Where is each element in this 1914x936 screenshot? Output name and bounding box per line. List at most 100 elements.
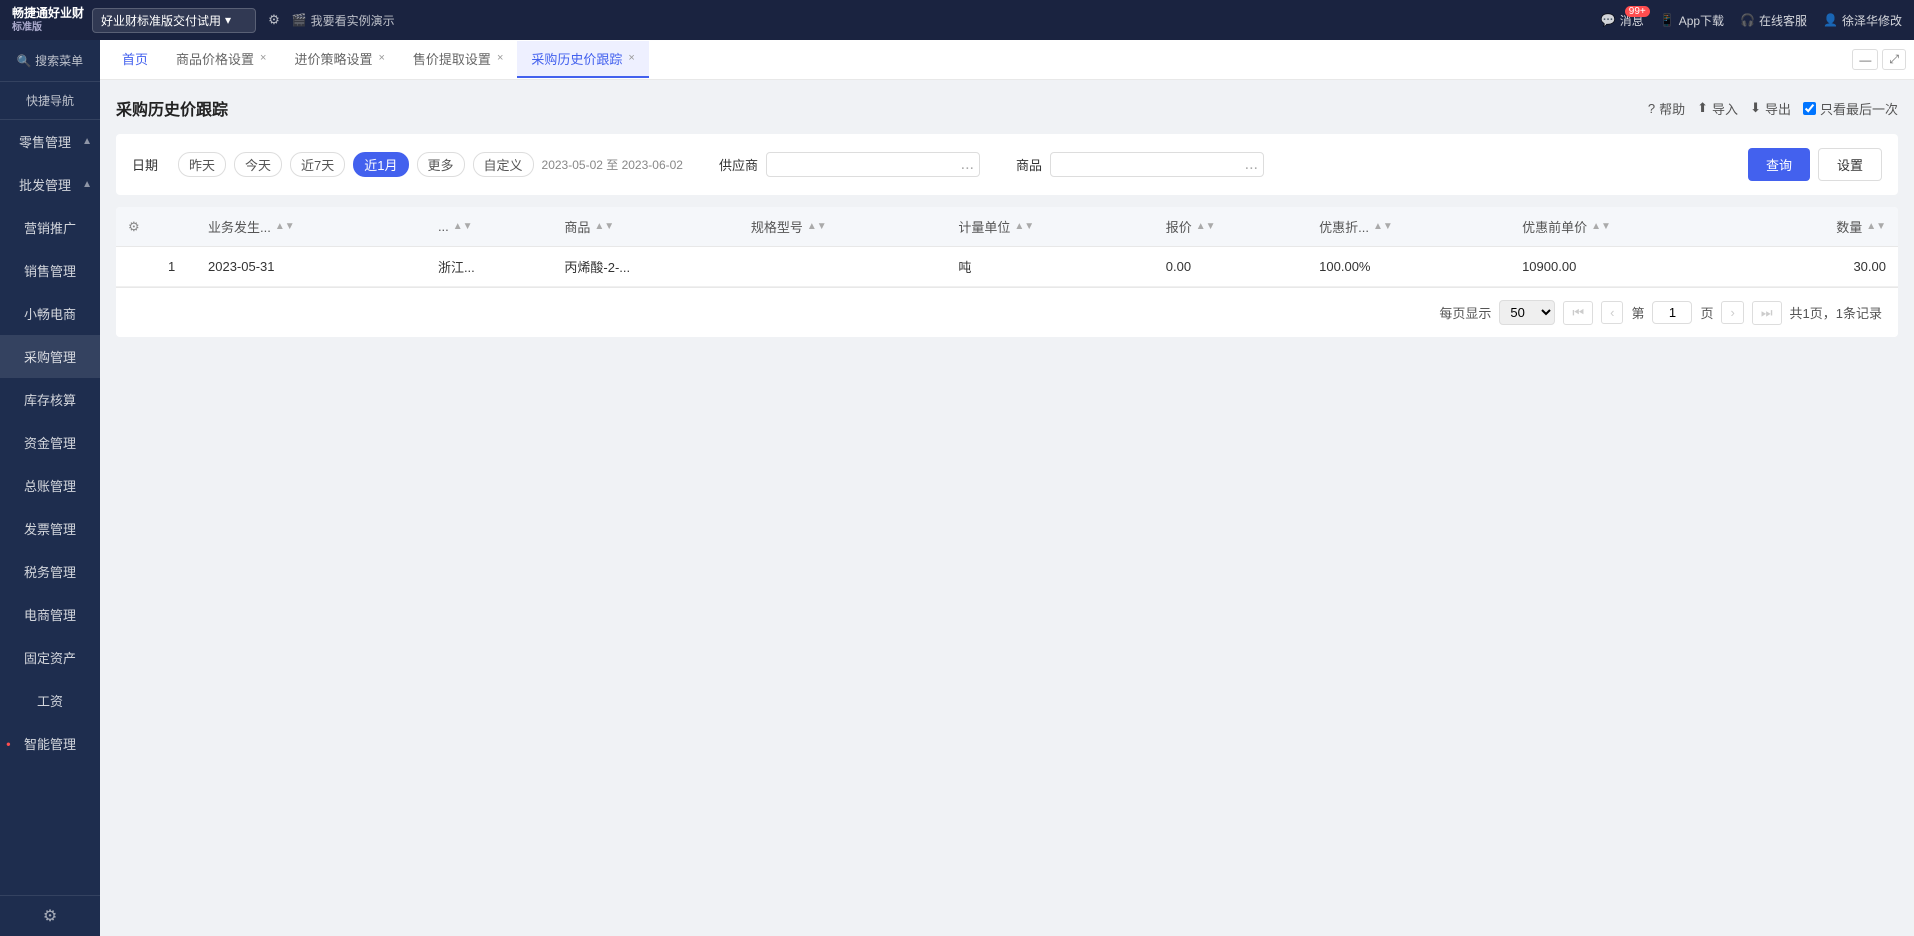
col-quantity[interactable]: 数量 ▲▼ [1745, 207, 1898, 247]
last-page-btn[interactable]: ⏭ [1752, 301, 1782, 325]
date-btn-7days[interactable]: 近7天 [290, 152, 345, 177]
tab-expand-buttons: — ⤢ [1852, 49, 1906, 70]
date-btn-1month[interactable]: 近1月 [353, 152, 408, 177]
help-icon: ? [1648, 101, 1655, 116]
messages-btn[interactable]: 💬 消息 99+ [1601, 12, 1644, 29]
help-btn[interactable]: ? 帮助 [1648, 99, 1685, 118]
phone-icon: 📱 [1660, 13, 1675, 27]
col-spec[interactable]: 规格型号 ▲▼ [739, 207, 946, 247]
version-selector[interactable]: 好业财标准版交付试用 ▾ [92, 8, 256, 33]
message-icon: 💬 [1601, 13, 1616, 27]
prev-page-btn[interactable]: ‹ [1601, 301, 1623, 324]
date-btn-custom[interactable]: 自定义 [473, 152, 534, 177]
sidebar-search[interactable]: 🔍 搜索菜单 [0, 40, 100, 82]
col-pre-discount[interactable]: 优惠前单价 ▲▼ [1510, 207, 1744, 247]
cell-index: 1 [156, 247, 196, 287]
product-filter: 商品 ... [1016, 152, 1264, 177]
user-profile-btn[interactable]: 👤 徐泽华修改 [1823, 12, 1902, 29]
demo-link[interactable]: 🎬 我要看实例演示 [292, 12, 395, 29]
table-gear-icon[interactable]: ⚙ [128, 219, 140, 234]
headset-icon: 🎧 [1740, 13, 1755, 27]
sidebar-shortcut[interactable]: 快捷导航 [0, 82, 100, 120]
next-page-btn[interactable]: › [1721, 301, 1743, 324]
sort-icon-quantity: ▲▼ [1866, 223, 1886, 231]
sidebar-item-retail[interactable]: 零售管理 ▲ [0, 120, 100, 163]
app-download-btn[interactable]: 📱 App下载 [1660, 12, 1724, 29]
sidebar-item-marketing[interactable]: 营销推广 [0, 206, 100, 249]
col-price[interactable]: 报价 ▲▼ [1154, 207, 1307, 247]
date-filter-label: 日期 [132, 155, 162, 174]
tab-shrink-btn[interactable]: — [1852, 49, 1878, 70]
per-page-label: 每页显示 [1439, 303, 1491, 322]
sort-icon-product: ▲▼ [594, 223, 614, 231]
col-extra[interactable]: ... ▲▼ [426, 207, 552, 247]
page-label: 页 [1700, 303, 1713, 322]
supplier-dots-btn[interactable]: ... [961, 156, 974, 174]
col-date[interactable]: 业务发生... ▲▼ [196, 207, 426, 247]
sort-icon-unit: ▲▼ [1014, 223, 1034, 231]
cell-price: 0.00 [1154, 247, 1307, 287]
page-number-input[interactable] [1652, 301, 1692, 324]
sidebar-item-invoice[interactable]: 发票管理 [0, 507, 100, 550]
supplier-input[interactable] [766, 152, 980, 177]
online-service-btn[interactable]: 🎧 在线客服 [1740, 12, 1807, 29]
col-product[interactable]: 商品 ▲▼ [552, 207, 738, 247]
sidebar-item-purchase[interactable]: 采购管理 [0, 335, 100, 378]
sidebar-item-tax[interactable]: 税务管理 [0, 550, 100, 593]
page-title: 采购历史价跟踪 [116, 96, 228, 120]
tab-purchase-history[interactable]: 采购历史价跟踪 × [517, 41, 648, 78]
tab-sale-extract[interactable]: 售价提取设置 × [399, 41, 517, 78]
product-dots-btn[interactable]: ... [1245, 156, 1258, 174]
cell-extra: 浙江... [426, 247, 552, 287]
col-gear[interactable]: ⚙ [116, 207, 156, 247]
tab-cost-strategy[interactable]: 进价策略设置 × [280, 41, 398, 78]
tab-expand-btn[interactable]: ⤢ [1882, 49, 1906, 70]
col-unit[interactable]: 计量单位 ▲▼ [946, 207, 1153, 247]
date-btn-more[interactable]: 更多 [417, 152, 465, 177]
col-discount[interactable]: 优惠折... ▲▼ [1307, 207, 1510, 247]
first-page-btn[interactable]: ⏮ [1563, 301, 1593, 325]
tab-close-sale[interactable]: × [497, 53, 503, 64]
settings-icon[interactable]: ⚙ [264, 8, 284, 32]
date-btn-yesterday[interactable]: 昨天 [178, 152, 226, 177]
import-icon: ⬆ [1697, 100, 1708, 116]
sidebar-item-sales[interactable]: 销售管理 [0, 249, 100, 292]
product-input[interactable] [1050, 152, 1264, 177]
sidebar-item-salary[interactable]: 工资 [0, 679, 100, 722]
date-btn-today[interactable]: 今天 [234, 152, 282, 177]
cell-pre-discount: 10900.00 [1510, 247, 1744, 287]
user-icon: 👤 [1823, 13, 1838, 27]
sidebar-item-inventory[interactable]: 库存核算 [0, 378, 100, 421]
product-input-wrap: ... [1050, 152, 1264, 177]
sidebar-item-ai[interactable]: 智能管理 [0, 722, 100, 765]
only-latest-checkbox[interactable] [1803, 102, 1816, 115]
per-page-select[interactable]: 50 100 200 [1499, 300, 1555, 325]
top-bar: 畅捷通好业财 标准版 好业财标准版交付试用 ▾ ⚙ 🎬 我要看实例演示 💬 消息… [0, 0, 1914, 40]
product-label: 商品 [1016, 155, 1042, 174]
filter-settings-btn[interactable]: 设置 [1818, 148, 1882, 181]
tab-close-price[interactable]: × [260, 53, 266, 64]
only-latest-wrap: 只看最后一次 [1803, 99, 1898, 118]
top-right-actions: 💬 消息 99+ 📱 App下载 🎧 在线客服 👤 徐泽华修改 [1601, 12, 1902, 29]
page-label-pre: 第 [1631, 303, 1644, 322]
cell-gear [116, 247, 156, 287]
content-area: 首页 商品价格设置 × 进价策略设置 × 售价提取设置 × 采购历史价跟踪 × … [100, 40, 1914, 936]
sidebar-item-ecommerce[interactable]: 电商管理 [0, 593, 100, 636]
tab-home[interactable]: 首页 [108, 41, 162, 78]
play-icon: 🎬 [292, 13, 307, 27]
tab-close-cost[interactable]: × [378, 53, 384, 64]
tab-price-settings[interactable]: 商品价格设置 × [162, 41, 280, 78]
sidebar-item-wholesale[interactable]: 批发管理 ▲ [0, 163, 100, 206]
sidebar-item-ledger[interactable]: 总账管理 [0, 464, 100, 507]
sidebar-item-ecommerce-small[interactable]: 小畅电商 [0, 292, 100, 335]
query-btn[interactable]: 查询 [1748, 148, 1810, 181]
sidebar-gear-icon[interactable]: ⚙ [43, 908, 57, 925]
sidebar-item-finance[interactable]: 资金管理 [0, 421, 100, 464]
import-btn[interactable]: ⬆ 导入 [1697, 99, 1738, 118]
export-btn[interactable]: ⬇ 导出 [1750, 99, 1791, 118]
cell-unit: 吨 [946, 247, 1153, 287]
tab-close-purchase[interactable]: × [628, 53, 634, 64]
sort-icon-discount: ▲▼ [1373, 223, 1393, 231]
sidebar-item-fixed-assets[interactable]: 固定资产 [0, 636, 100, 679]
sort-icon-price: ▲▼ [1196, 223, 1216, 231]
